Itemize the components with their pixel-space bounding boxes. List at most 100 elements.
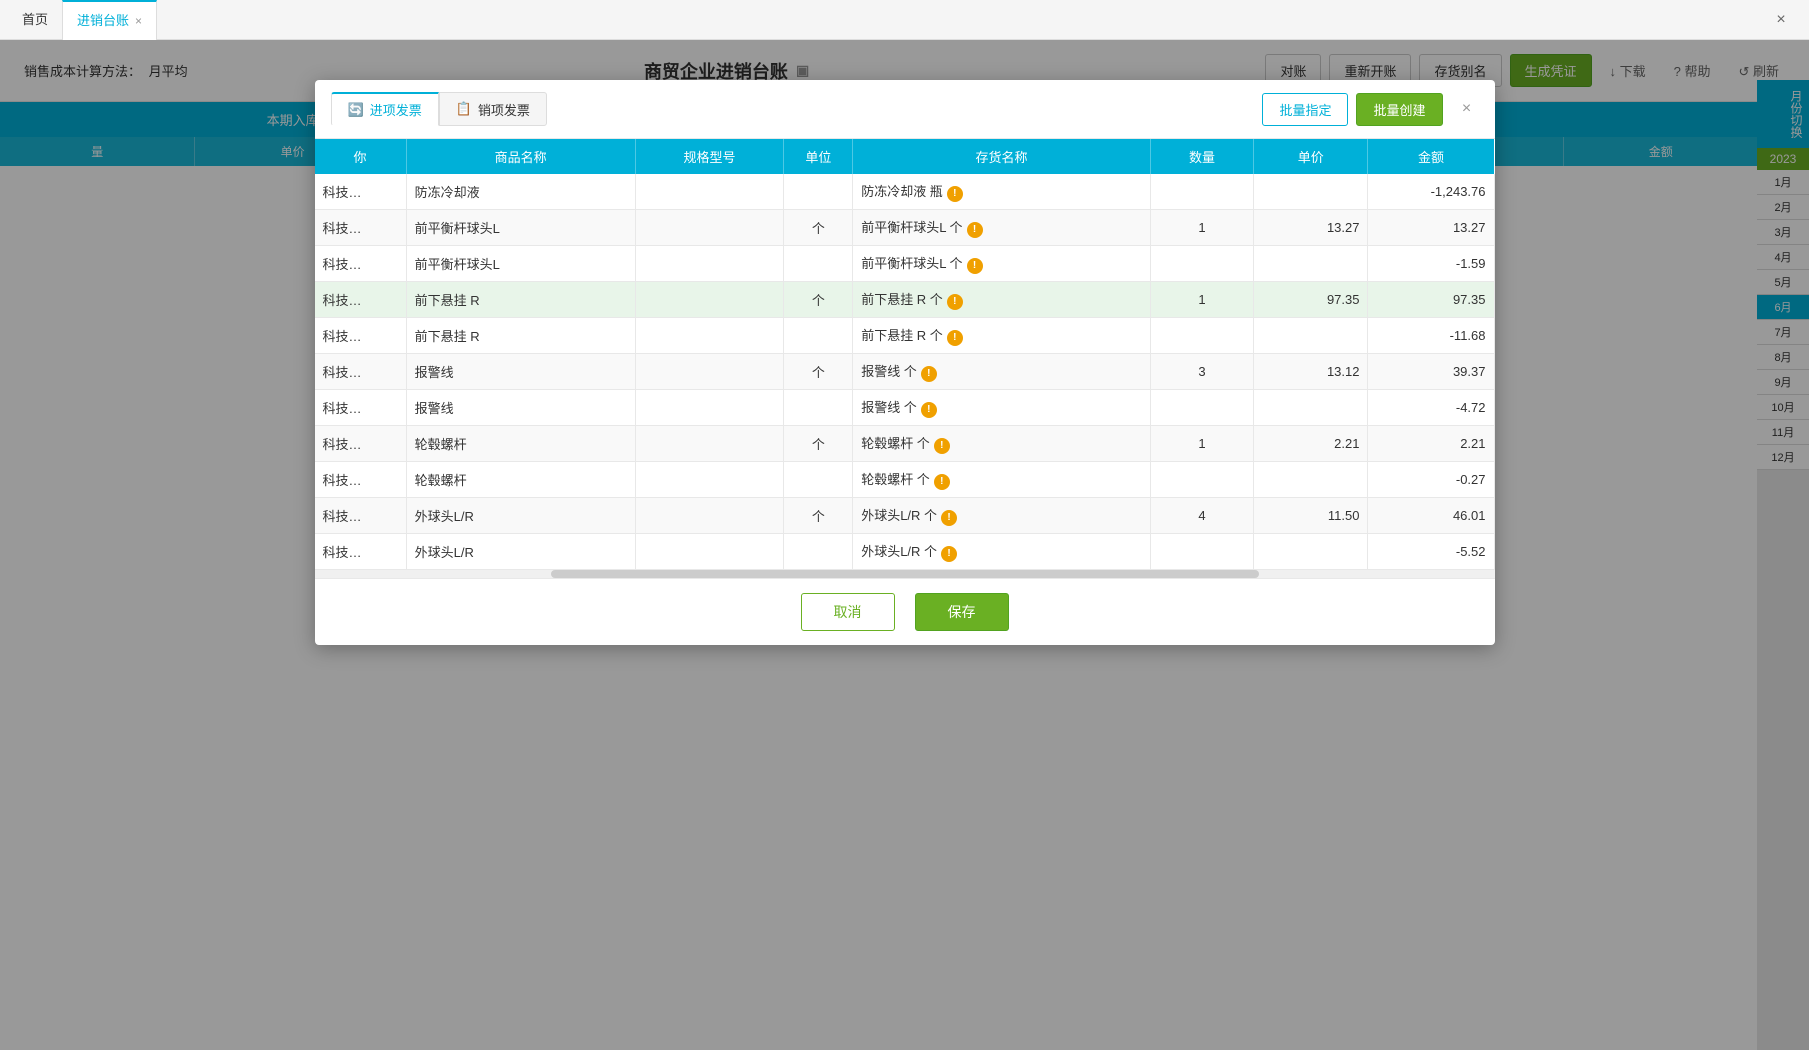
table-cell (1150, 462, 1253, 498)
warn-icon: ! (947, 294, 963, 310)
th-name: 商品名称 (406, 139, 635, 174)
modal-scrollbar-thumb (551, 570, 1259, 578)
table-cell: 前平衡杆球头L 个! (853, 246, 1151, 282)
tab-active[interactable]: 进销台账 × (62, 0, 157, 40)
table-cell: 13.27 (1253, 210, 1368, 246)
table-cell: 个 (784, 498, 853, 534)
table-row[interactable]: 科技…前下悬挂 R个前下悬挂 R 个!197.3597.35 (315, 282, 1495, 318)
table-row[interactable]: 科技…报警线报警线 个!-4.72 (315, 390, 1495, 426)
table-cell: 前平衡杆球头L (406, 246, 635, 282)
table-cell: 科技… (315, 282, 407, 318)
table-cell: 前下悬挂 R 个! (853, 282, 1151, 318)
table-cell: 个 (784, 354, 853, 390)
table-cell (1253, 534, 1368, 570)
table-cell: 39.37 (1368, 354, 1494, 390)
table-cell: -11.68 (1368, 318, 1494, 354)
table-cell: 13.12 (1253, 354, 1368, 390)
table-cell: 个 (784, 210, 853, 246)
cancel-button[interactable]: 取消 (801, 593, 895, 631)
tab-input-icon: 🔄 (348, 102, 364, 118)
warn-icon: ! (921, 366, 937, 382)
tab-home[interactable]: 首页 (8, 0, 62, 40)
table-cell (635, 462, 784, 498)
table-row[interactable]: 科技…轮毂螺杆轮毂螺杆 个!-0.27 (315, 462, 1495, 498)
table-cell (784, 390, 853, 426)
table-cell: 科技… (315, 210, 407, 246)
table-cell: 前下悬挂 R (406, 282, 635, 318)
warn-icon: ! (941, 546, 957, 562)
modal-header: 🔄 进项发票 📋 销项发票 批量指定 批量创建 × (315, 80, 1495, 139)
table-cell (1150, 534, 1253, 570)
warn-icon: ! (967, 258, 983, 274)
tab-output-icon: 📋 (456, 101, 472, 117)
table-cell: 轮毂螺杆 个! (853, 426, 1151, 462)
batch-create-button[interactable]: 批量创建 (1356, 93, 1442, 126)
table-cell: 报警线 (406, 354, 635, 390)
table-cell: 前下悬挂 R (406, 318, 635, 354)
table-cell: 1 (1150, 210, 1253, 246)
table-cell: 2.21 (1368, 426, 1494, 462)
table-row[interactable]: 科技…报警线个报警线 个!313.1239.37 (315, 354, 1495, 390)
table-cell: -1.59 (1368, 246, 1494, 282)
th-qty: 数量 (1150, 139, 1253, 174)
modal-scrollbar[interactable] (315, 570, 1495, 578)
table-cell: 4 (1150, 498, 1253, 534)
table-cell (635, 426, 784, 462)
table-cell: 科技… (315, 174, 407, 210)
table-row[interactable]: 科技…外球头L/R外球头L/R 个!-5.52 (315, 534, 1495, 570)
warn-icon: ! (947, 330, 963, 346)
table-cell: 46.01 (1368, 498, 1494, 534)
table-row[interactable]: 科技…前下悬挂 R前下悬挂 R 个!-11.68 (315, 318, 1495, 354)
table-cell: 11.50 (1253, 498, 1368, 534)
table-cell: 前平衡杆球头L (406, 210, 635, 246)
table-cell: 个 (784, 426, 853, 462)
table-cell (1150, 246, 1253, 282)
warn-icon: ! (921, 402, 937, 418)
tab-output-invoice[interactable]: 📋 销项发票 (439, 92, 547, 126)
table-cell: 科技… (315, 498, 407, 534)
batch-assign-button[interactable]: 批量指定 (1262, 93, 1348, 126)
modal-overlay: 🔄 进项发票 📋 销项发票 批量指定 批量创建 × (0, 40, 1809, 1050)
table-cell (1253, 462, 1368, 498)
table-cell (1253, 318, 1368, 354)
table-cell: 科技… (315, 462, 407, 498)
table-row[interactable]: 科技…外球头L/R个外球头L/R 个!411.5046.01 (315, 498, 1495, 534)
table-cell (635, 534, 784, 570)
modal-close-button[interactable]: × (1455, 97, 1479, 121)
modal-actions: 批量指定 批量创建 (1262, 93, 1442, 126)
table-cell (784, 246, 853, 282)
table-cell (635, 282, 784, 318)
table-row[interactable]: 科技…轮毂螺杆个轮毂螺杆 个!12.212.21 (315, 426, 1495, 462)
table-cell: 科技… (315, 318, 407, 354)
table-cell (635, 246, 784, 282)
tab-input-invoice[interactable]: 🔄 进项发票 (331, 92, 439, 126)
table-cell: 科技… (315, 426, 407, 462)
table-cell: -4.72 (1368, 390, 1494, 426)
table-cell: 科技… (315, 246, 407, 282)
table-cell: 报警线 个! (853, 354, 1151, 390)
table-cell: 报警线 个! (853, 390, 1151, 426)
th-col1: 你 (315, 139, 407, 174)
table-row[interactable]: 科技…防冻冷却液防冻冷却液 瓶!-1,243.76 (315, 174, 1495, 210)
table-cell (784, 318, 853, 354)
table-cell (1253, 174, 1368, 210)
table-cell (635, 174, 784, 210)
top-bar: 首页 进销台账 × × (0, 0, 1809, 40)
save-button[interactable]: 保存 (915, 593, 1009, 631)
modal-table-wrap[interactable]: 你 商品名称 规格型号 单位 存货名称 数量 单价 金额 科技…防冻冷却液防冻冷… (315, 139, 1495, 570)
table-cell: 外球头L/R (406, 534, 635, 570)
window-close-button[interactable]: × (1761, 0, 1801, 40)
table-row[interactable]: 科技…前平衡杆球头L个前平衡杆球头L 个!113.2713.27 (315, 210, 1495, 246)
table-cell: 防冻冷却液 (406, 174, 635, 210)
modal-footer: 取消 保存 (315, 578, 1495, 645)
table-cell: 13.27 (1368, 210, 1494, 246)
modal-tabs: 🔄 进项发票 📋 销项发票 (331, 92, 547, 126)
table-cell: 科技… (315, 354, 407, 390)
table-cell (635, 318, 784, 354)
th-amount: 金额 (1368, 139, 1494, 174)
table-cell: 科技… (315, 390, 407, 426)
tab-close-icon[interactable]: × (135, 1, 142, 41)
table-row[interactable]: 科技…前平衡杆球头L 前平衡杆球头L 个! -1.59 (315, 246, 1495, 282)
tab-input-label: 进项发票 (370, 100, 422, 119)
table-cell (635, 210, 784, 246)
